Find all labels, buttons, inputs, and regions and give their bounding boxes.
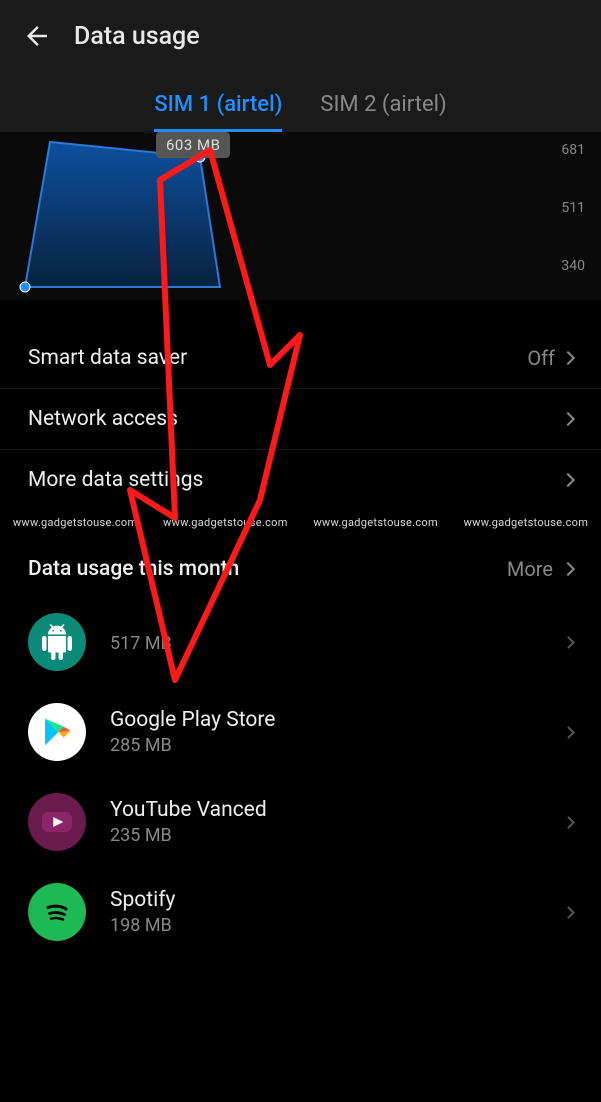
app-name: Spotify — [110, 888, 564, 912]
more-label: More — [507, 557, 553, 581]
more-data-settings-row[interactable]: More data settings — [0, 450, 601, 510]
chevron-right-icon — [562, 726, 575, 739]
chevron-right-icon — [561, 562, 575, 576]
chevron-right-icon — [561, 351, 575, 365]
app-info: YouTube Vanced 235 MB — [110, 798, 564, 846]
chart-axis-label: 340 — [561, 258, 585, 274]
more-link[interactable]: More — [507, 557, 573, 581]
youtube-vanced-icon — [28, 793, 86, 851]
watermark-text: www.gadgetstouse.com — [13, 516, 138, 529]
app-usage: 517 MB — [110, 633, 564, 654]
settings-label: Network access — [28, 407, 178, 431]
app-usage: 198 MB — [110, 915, 564, 936]
sim-tabs: SIM 1 (airtel) SIM 2 (airtel) — [0, 72, 601, 132]
play-store-icon — [28, 703, 86, 761]
app-info: 517 MB — [110, 630, 564, 654]
page-title: Data usage — [74, 22, 200, 51]
settings-label: Smart data saver — [28, 346, 187, 370]
chevron-right-icon — [561, 412, 575, 426]
watermark-text: www.gadgetstouse.com — [464, 516, 589, 529]
chart-axis-label: 681 — [561, 142, 585, 158]
spotify-icon — [28, 883, 86, 941]
chevron-right-icon — [562, 906, 575, 919]
chart-axis-label: 511 — [561, 200, 585, 216]
app-row-youtube-vanced[interactable]: YouTube Vanced 235 MB — [0, 777, 601, 867]
smart-saver-value: Off — [527, 346, 555, 370]
settings-list: Smart data saver Off Network access More… — [0, 300, 601, 510]
app-usage-list: 517 MB Google Play Store 285 MB YouT — [0, 597, 601, 957]
chevron-right-icon — [562, 816, 575, 829]
android-icon — [28, 613, 86, 671]
app-row-play-store[interactable]: Google Play Store 285 MB — [0, 687, 601, 777]
app-info: Spotify 198 MB — [110, 888, 564, 936]
section-title: Data usage this month — [28, 557, 239, 581]
header-bar: Data usage — [0, 0, 601, 72]
chart-graph — [0, 132, 601, 300]
smart-data-saver-row[interactable]: Smart data saver Off — [0, 328, 601, 389]
app-row-spotify[interactable]: Spotify 198 MB — [0, 867, 601, 957]
app-name: YouTube Vanced — [110, 798, 564, 822]
settings-value-group: Off — [527, 346, 573, 370]
app-name: Google Play Store — [110, 708, 564, 732]
network-access-row[interactable]: Network access — [0, 389, 601, 450]
watermark-text: www.gadgetstouse.com — [313, 516, 438, 529]
app-info: Google Play Store 285 MB — [110, 708, 564, 756]
back-arrow-icon[interactable] — [22, 21, 52, 51]
watermark-strip: www.gadgetstouse.com www.gadgetstouse.co… — [0, 510, 601, 535]
chart-tooltip: 603 MB — [156, 132, 230, 158]
watermark-text: www.gadgetstouse.com — [163, 516, 288, 529]
app-usage: 285 MB — [110, 735, 564, 756]
chevron-right-icon — [561, 473, 575, 487]
settings-label: More data settings — [28, 468, 203, 492]
tab-sim1[interactable]: SIM 1 (airtel) — [154, 92, 282, 132]
chevron-right-icon — [562, 636, 575, 649]
usage-section-header: Data usage this month More — [0, 535, 601, 597]
app-row-android-system[interactable]: 517 MB — [0, 597, 601, 687]
usage-chart[interactable]: 603 MB 681 511 340 — [0, 132, 601, 300]
tab-sim2[interactable]: SIM 2 (airtel) — [320, 92, 446, 132]
app-usage: 235 MB — [110, 825, 564, 846]
